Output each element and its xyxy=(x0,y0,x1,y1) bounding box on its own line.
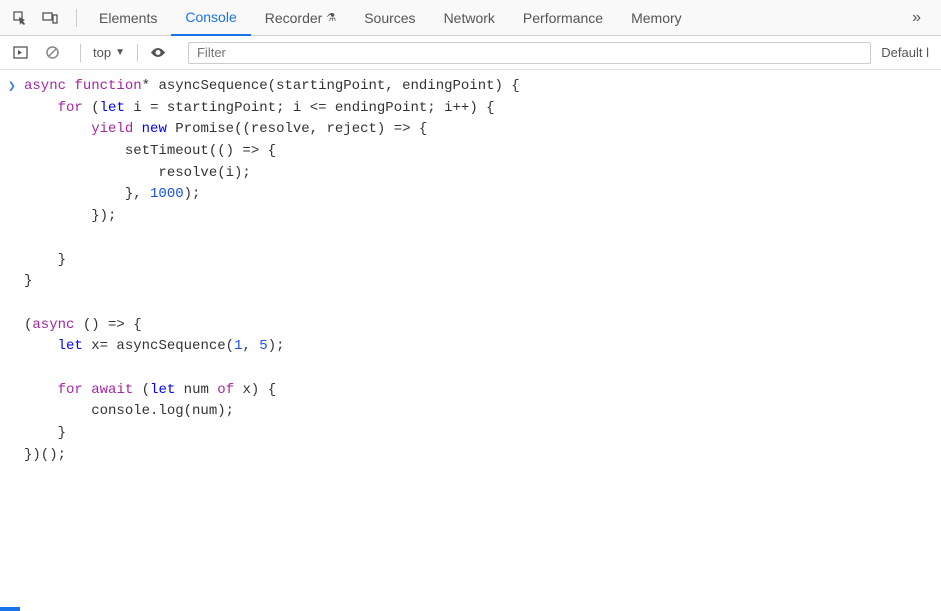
log-levels[interactable]: Default l xyxy=(881,45,933,60)
tab-performance[interactable]: Performance xyxy=(509,0,617,36)
tab-console[interactable]: Console xyxy=(171,0,250,36)
eye-icon[interactable] xyxy=(146,41,170,65)
sidebar-toggle-icon[interactable] xyxy=(8,41,32,65)
context-selector[interactable]: top▼ xyxy=(89,45,129,60)
tab-network[interactable]: Network xyxy=(430,0,509,36)
separator xyxy=(137,44,138,62)
flask-icon: ⚗ xyxy=(326,11,336,24)
prompt-icon: ❯ xyxy=(8,76,24,97)
device-toggle-icon[interactable] xyxy=(38,6,62,30)
clear-console-icon[interactable] xyxy=(40,41,64,65)
tab-recorder[interactable]: Recorder⚗ xyxy=(251,0,350,36)
tab-memory[interactable]: Memory xyxy=(617,0,696,36)
separator xyxy=(76,9,77,27)
devtools-tabs: Elements Console Recorder⚗ Sources Netwo… xyxy=(0,0,941,36)
progress-indicator xyxy=(0,607,20,611)
filter-input[interactable] xyxy=(188,42,871,64)
caret-down-icon: ▼ xyxy=(115,47,125,58)
console-toolbar: top▼ Default l xyxy=(0,36,941,70)
inspect-icon[interactable] xyxy=(8,6,32,30)
more-tabs-icon[interactable]: » xyxy=(900,9,933,27)
separator xyxy=(80,44,81,62)
tab-sources[interactable]: Sources xyxy=(350,0,429,36)
console-output: ❯ async function* asyncSequence(starting… xyxy=(0,70,941,466)
code-block: async function* asyncSequence(startingPo… xyxy=(24,76,933,466)
console-input-line[interactable]: ❯ async function* asyncSequence(starting… xyxy=(0,76,941,466)
tab-elements[interactable]: Elements xyxy=(85,0,171,36)
